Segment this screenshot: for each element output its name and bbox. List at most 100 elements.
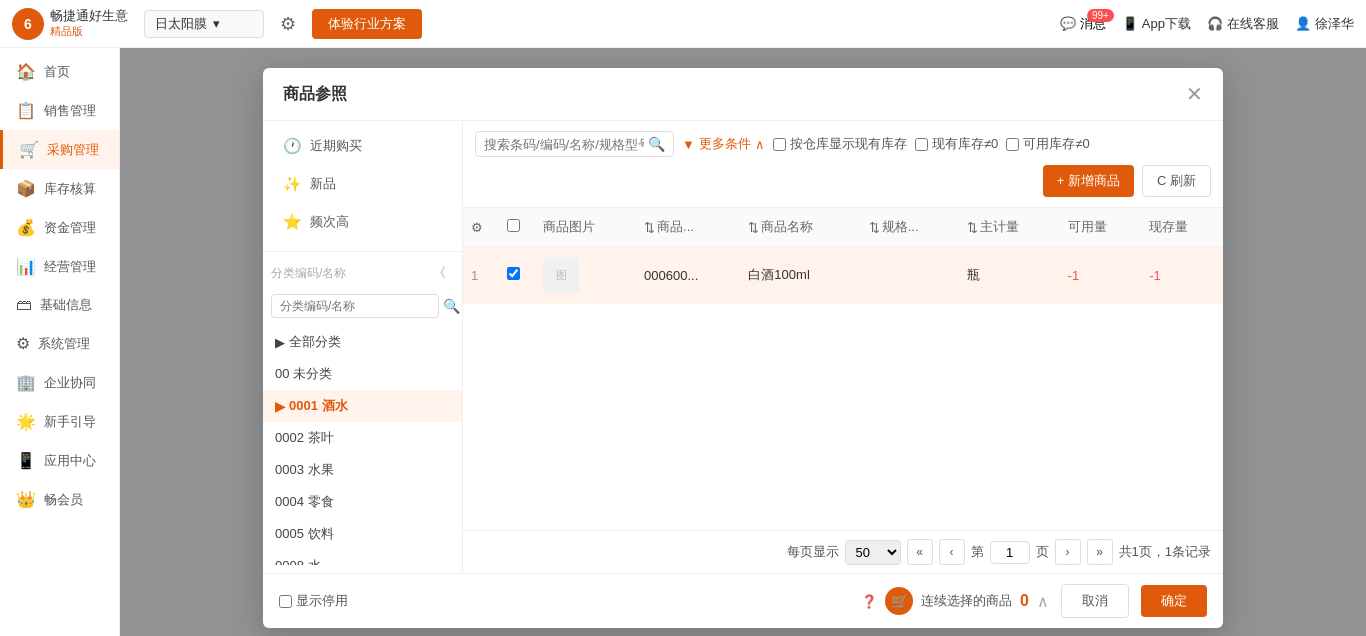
sidebar-item-purchase[interactable]: 🛒 采购管理 <box>0 130 119 169</box>
cancel-button[interactable]: 取消 <box>1061 584 1129 618</box>
cat-00[interactable]: 00 未分类 <box>263 358 462 390</box>
show-disabled-checkbox[interactable] <box>279 595 292 608</box>
product-search-input[interactable] <box>484 137 644 152</box>
show-disabled-label[interactable]: 显示停用 <box>279 592 348 610</box>
col-code: ⇅ 商品... <box>636 208 740 247</box>
search-toolbar: 🔍 ▼ 更多条件 ∧ 按仓库显示现有库存 <box>463 121 1223 208</box>
col-img: 商品图片 <box>535 208 636 247</box>
app-download-area[interactable]: 📱 App下载 <box>1122 15 1191 33</box>
row-checkbox[interactable] <box>507 267 520 280</box>
checkbox-nonzero-text: 现有库存≠0 <box>932 135 998 153</box>
sidebar-item-guide[interactable]: 🌟 新手引导 <box>0 402 119 441</box>
main-area: 商品参照 ✕ 🕐 近期购买 ✨ <box>120 48 1366 636</box>
online-service-area[interactable]: 🎧 在线客服 <box>1207 15 1279 33</box>
sidebar-item-home[interactable]: 🏠 首页 <box>0 52 119 91</box>
left-item-new[interactable]: ✨ 新品 <box>271 167 454 201</box>
filter-label: 更多条件 <box>699 135 751 153</box>
next-page-button[interactable]: › <box>1055 539 1081 565</box>
cell-unit: 瓶 <box>959 247 1060 304</box>
refresh-button[interactable]: C 刷新 <box>1142 165 1211 197</box>
checkbox-warehouse-label[interactable]: 按仓库显示现有库存 <box>773 135 907 153</box>
sidebar-label-system: 系统管理 <box>38 335 90 353</box>
toolbar-right: + 新增商品 C 刷新 <box>1043 165 1211 197</box>
per-page-select[interactable]: 50 20 100 <box>845 540 901 565</box>
footer-collapse-button[interactable]: ∧ <box>1037 592 1049 611</box>
col-settings: ⚙ <box>463 208 499 247</box>
product-thumbnail: 图 <box>543 257 579 293</box>
cat-0001[interactable]: ▶ 0001 酒水 <box>263 390 462 422</box>
col-spec-label: 规格... <box>882 218 919 236</box>
sidebar-item-sales[interactable]: 📋 销售管理 <box>0 91 119 130</box>
prev-page-button[interactable]: ‹ <box>939 539 965 565</box>
settings-button[interactable]: ⚙ <box>276 9 300 39</box>
col-img-label: 商品图片 <box>543 218 595 236</box>
total-info: 共1页，1条记录 <box>1119 543 1211 561</box>
new-icon: ✨ <box>283 175 302 193</box>
sort-spec-icon[interactable]: ⇅ <box>869 220 880 235</box>
cat-0003[interactable]: 0003 水果 <box>263 454 462 486</box>
last-page-button[interactable]: » <box>1087 539 1113 565</box>
table-settings-icon[interactable]: ⚙ <box>471 220 483 235</box>
checkbox-available[interactable] <box>1006 138 1019 151</box>
left-collapse-button[interactable]: 《 <box>425 260 454 286</box>
select-all-checkbox[interactable] <box>507 219 520 232</box>
sidebar-item-corp[interactable]: 🏢 企业协同 <box>0 363 119 402</box>
first-page-button[interactable]: « <box>907 539 933 565</box>
nav-dropdown[interactable]: 日太阳膜 ▾ <box>144 10 264 38</box>
notif-badge: 99+ <box>1087 9 1114 22</box>
cell-check[interactable] <box>499 247 535 304</box>
help-icon[interactable]: ❓ <box>861 594 877 609</box>
sort-name-icon[interactable]: ⇅ <box>748 220 759 235</box>
sidebar-item-ops[interactable]: 📊 经营管理 <box>0 247 119 286</box>
logo-icon: 6 <box>12 8 44 40</box>
add-product-button[interactable]: + 新增商品 <box>1043 165 1134 197</box>
sidebar-item-system[interactable]: ⚙ 系统管理 <box>0 324 119 363</box>
left-item-frequent[interactable]: ⭐ 频次高 <box>271 205 454 239</box>
checkbox-nonzero[interactable] <box>915 138 928 151</box>
online-service-label: 在线客服 <box>1227 15 1279 33</box>
cat-arrow-all: ▶ <box>275 335 285 350</box>
frequent-label: 频次高 <box>310 213 349 231</box>
left-item-recent[interactable]: 🕐 近期购买 <box>271 129 454 163</box>
recent-label: 近期购买 <box>310 137 362 155</box>
filter-button[interactable]: ▼ 更多条件 ∧ <box>682 135 765 153</box>
sidebar-label-basic: 基础信息 <box>40 296 92 314</box>
topnav-right: 💬 消息 99+ 📱 App下载 🎧 在线客服 👤 徐泽华 <box>1060 15 1354 33</box>
page-label: 第 <box>971 543 984 561</box>
user-area[interactable]: 👤 徐泽华 <box>1295 15 1354 33</box>
experience-button[interactable]: 体验行业方案 <box>312 9 422 39</box>
sidebar-item-finance[interactable]: 💰 资金管理 <box>0 208 119 247</box>
sort-unit-icon[interactable]: ⇅ <box>967 220 978 235</box>
page-input[interactable] <box>990 541 1030 564</box>
right-panel: 🔍 ▼ 更多条件 ∧ 按仓库显示现有库存 <box>463 121 1223 573</box>
confirm-button[interactable]: 确定 <box>1141 585 1207 617</box>
headset-icon: 🎧 <box>1207 16 1223 31</box>
cat-0002[interactable]: 0002 茶叶 <box>263 422 462 454</box>
cat-search-input[interactable] <box>271 294 439 318</box>
checkbox-available-label[interactable]: 可用库存≠0 <box>1006 135 1089 153</box>
modal-title: 商品参照 <box>283 84 347 105</box>
cat-search-button[interactable]: 🔍 <box>443 298 460 314</box>
message-icon: 💬 <box>1060 16 1076 31</box>
sidebar-item-member[interactable]: 👑 畅会员 <box>0 480 119 519</box>
cat-0005[interactable]: 0005 饮料 <box>263 518 462 550</box>
checkbox-warehouse[interactable] <box>773 138 786 151</box>
product-search-button[interactable]: 🔍 <box>648 136 665 152</box>
sidebar-item-apps[interactable]: 📱 应用中心 <box>0 441 119 480</box>
modal-close-button[interactable]: ✕ <box>1186 82 1203 106</box>
col-available-label: 可用量 <box>1068 219 1107 234</box>
cat-0008[interactable]: 0008 水 <box>263 550 462 565</box>
col-stock: 现存量 <box>1141 208 1223 247</box>
recent-icon: 🕐 <box>283 137 302 155</box>
messages-area[interactable]: 💬 消息 99+ <box>1060 15 1106 33</box>
cat-label-0005: 0005 饮料 <box>275 525 334 543</box>
table-row[interactable]: 1 图 000600... 白酒100ml <box>463 247 1223 304</box>
sidebar-item-stock[interactable]: 📦 库存核算 <box>0 169 119 208</box>
product-modal: 商品参照 ✕ 🕐 近期购买 ✨ <box>263 68 1223 628</box>
checkbox-nonzero-label[interactable]: 现有库存≠0 <box>915 135 998 153</box>
sidebar-item-basic[interactable]: 🗃 基础信息 <box>0 286 119 324</box>
col-unit-label: 主计量 <box>980 218 1019 236</box>
cat-0004[interactable]: 0004 零食 <box>263 486 462 518</box>
cat-all[interactable]: ▶ 全部分类 <box>263 326 462 358</box>
sort-up-icon[interactable]: ⇅ <box>644 220 655 235</box>
